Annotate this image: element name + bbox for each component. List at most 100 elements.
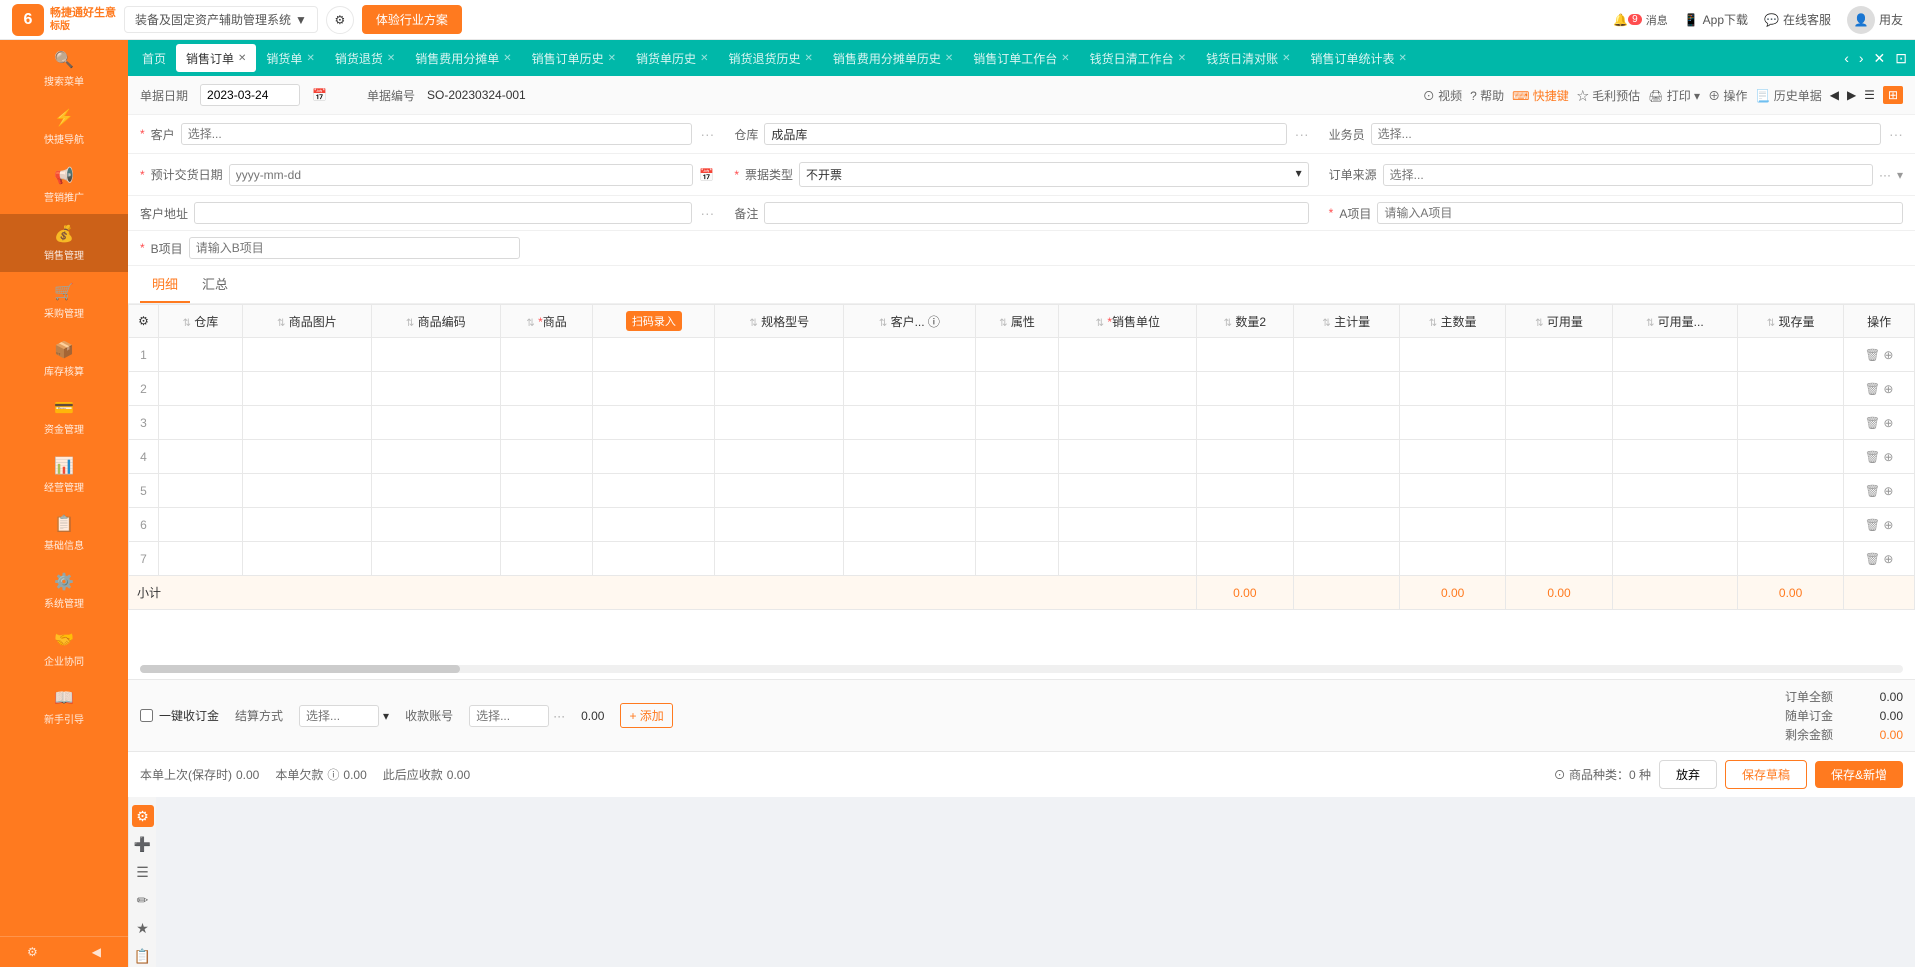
- date-input[interactable]: [200, 84, 300, 106]
- row-copy-icon[interactable]: ⊕: [1883, 450, 1893, 464]
- row-copy-icon[interactable]: ⊕: [1883, 552, 1893, 566]
- tab-expense-history[interactable]: 销售费用分摊单历史 ✕: [823, 44, 963, 72]
- row-delete-icon[interactable]: 🗑: [1865, 450, 1880, 464]
- close-icon[interactable]: ✕: [1178, 53, 1186, 64]
- one-click-deposit-checkbox[interactable]: 一键收订金: [140, 707, 219, 724]
- tab-cash-reconcile[interactable]: 钱货日清对账 ✕: [1196, 44, 1300, 72]
- add-item-button[interactable]: + 添加: [620, 703, 672, 728]
- remark-input[interactable]: [764, 202, 1308, 224]
- row-delete-icon[interactable]: 🗑: [1865, 484, 1880, 498]
- row-delete-icon[interactable]: 🗑: [1865, 416, 1880, 430]
- tab-home[interactable]: 首页: [132, 44, 176, 72]
- tab-invoice-history[interactable]: 销货单历史 ✕: [626, 44, 718, 72]
- sidebar-item-marketing[interactable]: 📢 营销推广: [0, 156, 128, 214]
- staff-more-btn[interactable]: ···: [1889, 126, 1903, 142]
- tab-detail[interactable]: 明细: [140, 266, 190, 303]
- row-copy-icon[interactable]: ⊕: [1883, 416, 1893, 430]
- right-panel-item-icon[interactable]: ☰: [132, 861, 154, 883]
- close-icon[interactable]: ✕: [945, 53, 953, 64]
- discard-button[interactable]: 放弃: [1659, 760, 1717, 789]
- solution-button[interactable]: 体验行业方案: [362, 5, 462, 34]
- calendar-icon[interactable]: 📅: [312, 88, 327, 102]
- customer-input[interactable]: [181, 123, 693, 145]
- video-link[interactable]: ⊙ 视频: [1423, 87, 1462, 104]
- row-copy-icon[interactable]: ⊕: [1883, 348, 1893, 362]
- invoice-type-select[interactable]: 不开票 ▾: [799, 162, 1309, 187]
- shortcut-link[interactable]: ⌨ 快捷键: [1512, 87, 1569, 104]
- sidebar-item-guide[interactable]: 📖 新手引导: [0, 678, 128, 736]
- deposit-checkbox[interactable]: [140, 709, 153, 722]
- warehouse-input[interactable]: [764, 123, 1286, 145]
- horizontal-scrollbar[interactable]: [140, 665, 1903, 673]
- close-icon[interactable]: ✕: [804, 53, 812, 64]
- right-panel-config-icon[interactable]: ⚙: [132, 805, 154, 827]
- tab-cash-workbench[interactable]: 钱货日清工作台 ✕: [1080, 44, 1196, 72]
- close-icon[interactable]: ✕: [387, 53, 395, 64]
- tab-maximize-btn[interactable]: ⊡: [1891, 48, 1911, 69]
- tab-close-btn[interactable]: ✕: [1870, 48, 1890, 69]
- bank-account-select[interactable]: ···: [469, 705, 565, 727]
- delivery-date-input[interactable]: [229, 164, 694, 186]
- row-delete-icon[interactable]: 🗑: [1865, 382, 1880, 396]
- row-copy-icon[interactable]: ⊕: [1883, 518, 1893, 532]
- tab-sales-expense[interactable]: 销售费用分摊单 ✕: [405, 44, 521, 72]
- sidebar-item-finance[interactable]: 💳 资金管理: [0, 388, 128, 446]
- scan-button[interactable]: 扫码录入: [626, 311, 682, 331]
- row-delete-icon[interactable]: 🗑: [1865, 518, 1880, 532]
- notice-icon[interactable]: 🔔 9 消息: [1613, 12, 1668, 28]
- history-link[interactable]: 📃 历史单据: [1755, 87, 1821, 104]
- project-a-input[interactable]: [1377, 202, 1903, 224]
- close-icon[interactable]: ✕: [1282, 53, 1290, 64]
- tab-next-btn[interactable]: ›: [1855, 48, 1868, 68]
- row-delete-icon[interactable]: 🗑: [1865, 552, 1880, 566]
- right-panel-star-icon[interactable]: ★: [132, 917, 154, 939]
- col-settings[interactable]: ⚙: [129, 305, 159, 338]
- app-download[interactable]: 📱 App下载: [1684, 11, 1748, 28]
- card-view-icon[interactable]: ⊞: [1883, 86, 1903, 104]
- online-service[interactable]: 💬 在线客服: [1764, 11, 1831, 28]
- close-icon[interactable]: ✕: [503, 53, 511, 64]
- close-icon[interactable]: ✕: [1061, 53, 1069, 64]
- address-input[interactable]: [194, 202, 692, 224]
- pay-method-input[interactable]: [299, 705, 379, 727]
- sidebar-item-cooperation[interactable]: 🤝 企业协同: [0, 620, 128, 678]
- sidebar-item-operations[interactable]: 📊 经营管理: [0, 446, 128, 504]
- address-more-btn[interactable]: ···: [700, 205, 714, 221]
- sidebar-item-sales[interactable]: 💰 销售管理: [0, 214, 128, 272]
- sidebar-item-inventory[interactable]: 📦 库存核算: [0, 330, 128, 388]
- delivery-calendar-icon[interactable]: 📅: [699, 168, 714, 182]
- user-info[interactable]: 👤 用友: [1847, 6, 1903, 34]
- tab-sales-invoice[interactable]: 销货单 ✕: [256, 44, 324, 72]
- warehouse-more-btn[interactable]: ···: [1295, 126, 1309, 142]
- customer-more-btn[interactable]: ···: [700, 126, 714, 142]
- project-b-input[interactable]: [189, 237, 520, 259]
- sidebar-settings-icon[interactable]: ⚙: [27, 945, 38, 959]
- close-icon[interactable]: ✕: [238, 53, 246, 64]
- close-icon[interactable]: ✕: [1399, 53, 1407, 64]
- nav-prev-icon[interactable]: ◀: [1830, 88, 1839, 102]
- system-selector[interactable]: 装备及固定资产辅助管理系统 ▼: [124, 6, 318, 33]
- order-source-input[interactable]: [1383, 164, 1873, 186]
- help-link[interactable]: ? 帮助: [1470, 87, 1504, 104]
- staff-input[interactable]: [1371, 123, 1881, 145]
- bank-input[interactable]: [469, 705, 549, 727]
- sidebar-collapse-icon[interactable]: ◀: [92, 945, 101, 959]
- settings-button[interactable]: ⚙: [326, 6, 354, 34]
- right-panel-add-icon[interactable]: ➕: [132, 833, 154, 855]
- right-panel-edit-icon[interactable]: ✏: [132, 889, 154, 911]
- operation-link[interactable]: ⊕ 操作: [1708, 87, 1747, 104]
- tab-sales-return[interactable]: 销货退货 ✕: [325, 44, 405, 72]
- tab-sales-stats[interactable]: 销售订单统计表 ✕: [1300, 44, 1416, 72]
- tab-return-history[interactable]: 销货退货历史 ✕: [718, 44, 822, 72]
- close-icon[interactable]: ✕: [700, 53, 708, 64]
- row-copy-icon[interactable]: ⊕: [1883, 484, 1893, 498]
- pay-method-select[interactable]: ▾: [299, 705, 389, 727]
- grid-view-icon[interactable]: ☰: [1864, 88, 1875, 102]
- close-icon[interactable]: ✕: [306, 53, 314, 64]
- print-link[interactable]: 🖨 打印 ▾: [1648, 87, 1700, 104]
- tab-sales-order-history[interactable]: 销售订单历史 ✕: [522, 44, 626, 72]
- tab-summary[interactable]: 汇总: [190, 266, 240, 303]
- tab-order-workbench[interactable]: 销售订单工作台 ✕: [963, 44, 1079, 72]
- profit-link[interactable]: ☆ 毛利预估: [1577, 87, 1640, 104]
- save-draft-button[interactable]: 保存草稿: [1725, 760, 1807, 789]
